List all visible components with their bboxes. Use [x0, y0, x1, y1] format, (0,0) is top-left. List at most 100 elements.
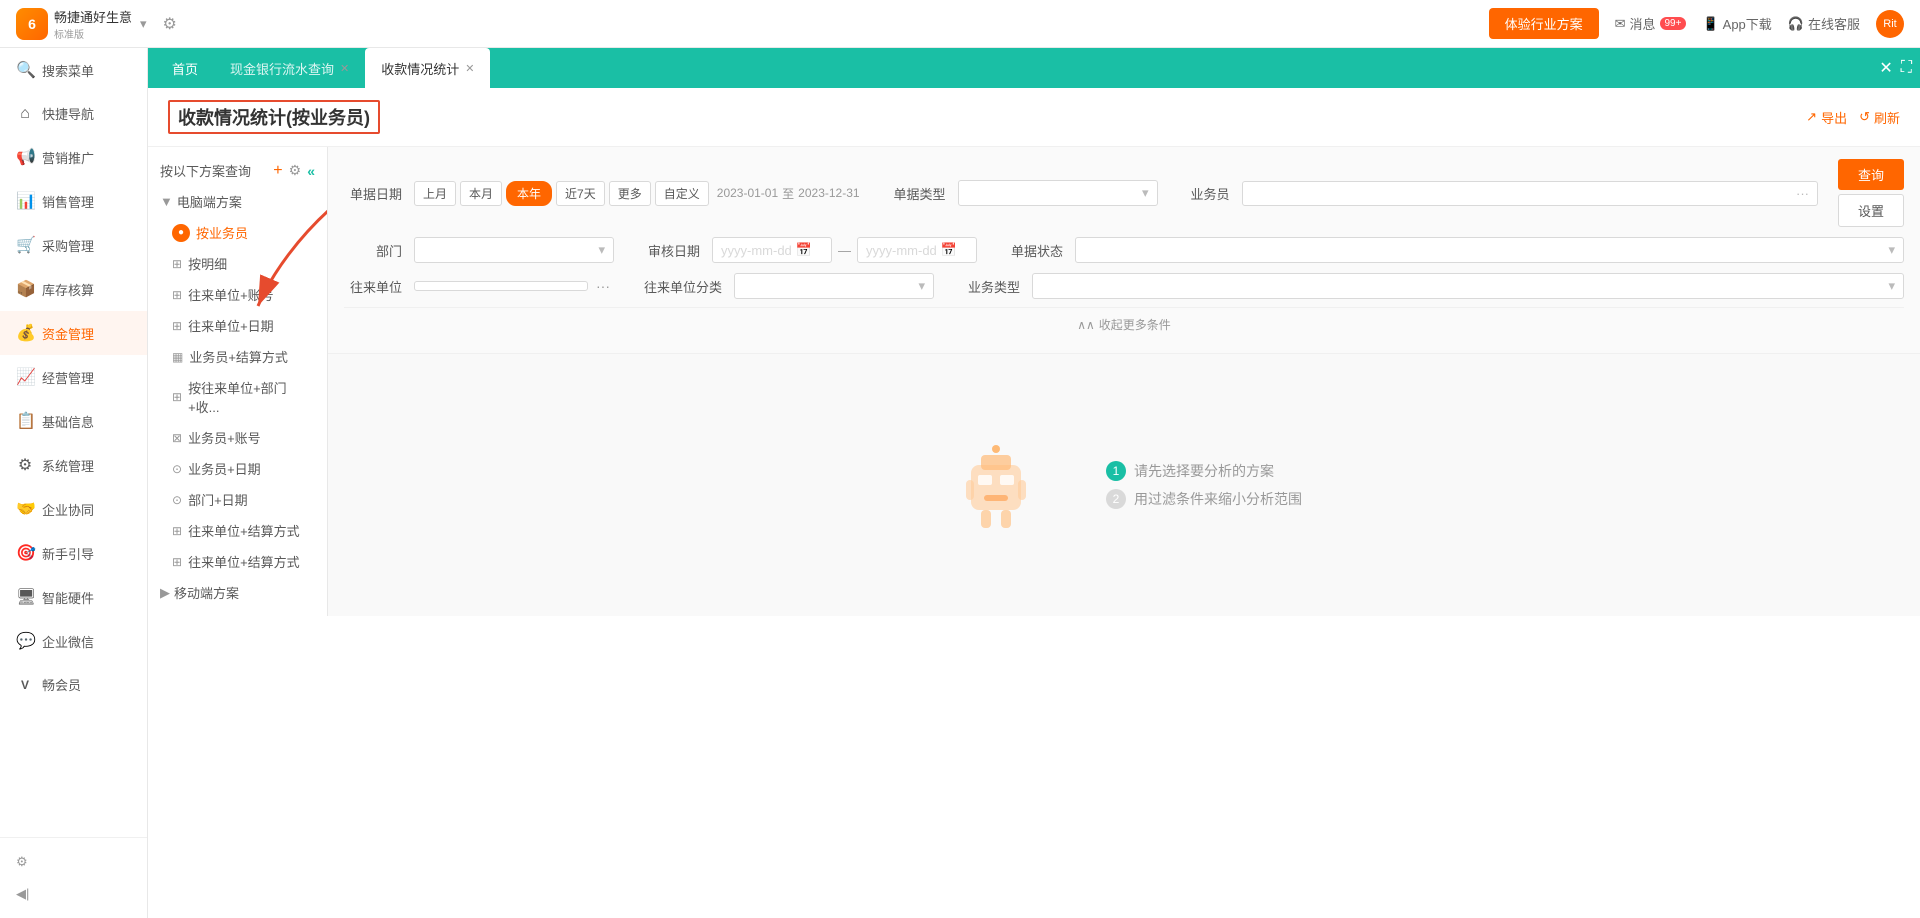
- scheme-item-counterpart-dept[interactable]: ⊞ 按往来单位+部门+收...: [148, 372, 327, 422]
- review-date-connector: —: [838, 243, 851, 258]
- salesman-label: 业务员: [1186, 184, 1230, 203]
- basic-info-icon: 📋: [16, 411, 34, 431]
- sidebar-item-label: 系统管理: [42, 456, 94, 475]
- counterpart-dots[interactable]: ···: [592, 278, 614, 294]
- sidebar-item-label: 企业协同: [42, 500, 94, 519]
- smart-hw-icon: 🖥: [16, 587, 34, 607]
- scheme-add-icon[interactable]: +: [273, 162, 282, 180]
- bill-status-label: 单据状态: [1005, 241, 1063, 260]
- biz-type-select[interactable]: ▾: [1032, 273, 1904, 299]
- tab-bar: 首页 现金银行流水查询 ✕ 收款情况统计 ✕ ✕ ⛶: [148, 48, 1920, 88]
- review-date-end-input[interactable]: yyyy-mm-dd 📅: [857, 237, 977, 263]
- tab-close-all-icon[interactable]: ✕: [1879, 58, 1892, 78]
- tab-home[interactable]: 首页: [156, 48, 214, 88]
- sidebar-item-sales[interactable]: 📊 销售管理: [0, 179, 147, 223]
- bill-type-arrow: ▾: [1142, 185, 1149, 201]
- sidebar-item-label: 企业微信: [42, 632, 94, 651]
- scheme-group-mobile: ▶ 移动端方案: [148, 577, 327, 608]
- tab-bank-flow[interactable]: 现金银行流水查询 ✕: [214, 48, 365, 88]
- sidebar-item-search-menu[interactable]: 🔍 搜索菜单: [0, 48, 147, 92]
- refresh-btn[interactable]: ↺ 刷新: [1859, 108, 1900, 127]
- scheme-item-counterpart-date[interactable]: ⊞ 往来单位+日期: [148, 310, 327, 341]
- scheme-collapse-icon[interactable]: «: [307, 163, 315, 179]
- date-custom[interactable]: 自定义: [655, 181, 709, 206]
- counterpart-select[interactable]: [414, 281, 588, 291]
- sidebar-item-label: 销售管理: [42, 192, 94, 211]
- scheme-group-pc-header[interactable]: ▼ 电脑端方案: [148, 186, 327, 217]
- salesman-input-area: ···: [1242, 181, 1818, 206]
- date-more[interactable]: 更多: [609, 181, 651, 206]
- set-button[interactable]: 设置: [1838, 194, 1904, 227]
- sidebar-item-capital[interactable]: 💰 资金管理: [0, 311, 147, 355]
- scheme-item-salesman-date[interactable]: ⊙ 业务员+日期: [148, 453, 327, 484]
- app-download-btn[interactable]: 📱 App下载: [1702, 14, 1771, 33]
- online-service-btn[interactable]: 🎧 在线客服: [1788, 14, 1860, 33]
- collapse-bar[interactable]: ∧∧ 收起更多条件: [344, 307, 1904, 341]
- export-btn[interactable]: ↗ 导出: [1806, 108, 1847, 127]
- sidebar-item-member[interactable]: V 畅会员: [0, 663, 147, 706]
- date-this-month[interactable]: 本月: [460, 181, 502, 206]
- sidebar-item-marketing[interactable]: 📢 营销推广: [0, 135, 147, 179]
- sidebar-settings-btn[interactable]: ⚙: [0, 846, 147, 878]
- scheme-item-counterpart-settle2[interactable]: ⊞ 往来单位+结算方式: [148, 546, 327, 577]
- query-action-btns: 查询 设置: [1838, 159, 1904, 227]
- detail-icon: ⊞: [172, 257, 182, 271]
- sidebar-item-guide[interactable]: 🎯 新手引导: [0, 531, 147, 575]
- logo-text: 畅捷通好生意: [54, 7, 132, 26]
- online-service-label: 在线客服: [1808, 14, 1860, 33]
- sidebar-item-inventory[interactable]: 📦 库存核算: [0, 267, 147, 311]
- tab-collection-stat-close[interactable]: ✕: [465, 62, 474, 75]
- date-this-year[interactable]: 本年: [506, 181, 552, 206]
- date-7days[interactable]: 近7天: [556, 181, 605, 206]
- bill-type-select[interactable]: ▾: [958, 180, 1158, 206]
- ss-icon: ▦: [172, 350, 183, 364]
- scheme-group-mobile-header[interactable]: ▶ 移动端方案: [148, 577, 327, 608]
- logo-icon: 6: [16, 8, 48, 40]
- empty-state: 1 请先选择要分析的方案 2 用过滤条件来缩小分析范围: [328, 354, 1920, 616]
- scheme-item-by-detail[interactable]: ⊞ 按明细: [148, 248, 327, 279]
- tab-maximize-icon[interactable]: ⛶: [1901, 59, 1912, 77]
- scheme-item-counterpart-settle1[interactable]: ⊞ 往来单位+结算方式: [148, 515, 327, 546]
- scheme-item-by-salesman[interactable]: ● 按业务员: [148, 217, 327, 248]
- purchase-icon: 🛒: [16, 235, 34, 255]
- review-date-start-input[interactable]: yyyy-mm-dd 📅: [712, 237, 832, 263]
- sidebar-item-corp-wechat[interactable]: 💬 企业微信: [0, 619, 147, 663]
- salesman-dots[interactable]: ···: [1796, 186, 1809, 201]
- scheme-item-dept-date[interactable]: ⊙ 部门+日期: [148, 484, 327, 515]
- dropdown-arrow[interactable]: ▾: [140, 16, 147, 32]
- counterpart-class-label: 往来单位分类: [642, 277, 722, 296]
- sidebar-item-system[interactable]: ⚙ 系统管理: [0, 443, 147, 487]
- settings-icon[interactable]: ⚙: [163, 14, 177, 34]
- scheme-settings-icon[interactable]: ⚙: [289, 162, 302, 179]
- sidebar-collapse-btn[interactable]: ◀|: [0, 878, 147, 910]
- bill-status-select[interactable]: ▾: [1075, 237, 1904, 263]
- operation-icon: 📈: [16, 367, 34, 387]
- tab-bank-flow-close[interactable]: ✕: [340, 62, 349, 75]
- sidebar-item-basic-info[interactable]: 📋 基础信息: [0, 399, 147, 443]
- scheme-item-salesman-account[interactable]: ⊠ 业务员+账号: [148, 422, 327, 453]
- tip-num-2: 2: [1106, 489, 1126, 509]
- query-button[interactable]: 查询: [1838, 159, 1904, 190]
- messages-btn[interactable]: ✉ 消息 99+: [1615, 14, 1687, 33]
- trial-button[interactable]: 体验行业方案: [1489, 8, 1599, 39]
- tab-collection-stat[interactable]: 收款情况统计 ✕: [365, 48, 490, 88]
- collapse-up-icon: ∧∧: [1077, 318, 1095, 332]
- salesman-select[interactable]: ···: [1242, 181, 1818, 206]
- page-actions: ↗ 导出 ↺ 刷新: [1806, 108, 1900, 127]
- cs1-icon: ⊞: [172, 524, 182, 538]
- dd-icon: ⊙: [172, 493, 182, 507]
- scheme-item-label: 往来单位+结算方式: [188, 552, 300, 571]
- scheme-item-salesman-settle[interactable]: ▦ 业务员+结算方式: [148, 341, 327, 372]
- user-avatar[interactable]: Rit: [1876, 10, 1904, 38]
- dept-select[interactable]: ▾: [414, 237, 614, 263]
- sidebar-item-purchase[interactable]: 🛒 采购管理: [0, 223, 147, 267]
- app-download-label: App下载: [1723, 14, 1772, 33]
- date-last-month[interactable]: 上月: [414, 181, 456, 206]
- sidebar-item-quick-nav[interactable]: ⌂ 快捷导航: [0, 92, 147, 135]
- sidebar-item-smart-hw[interactable]: 🖥 智能硬件: [0, 575, 147, 619]
- counterpart-class-select[interactable]: ▾: [734, 273, 934, 299]
- sidebar-item-corp-coop[interactable]: 🤝 企业协同: [0, 487, 147, 531]
- sidebar-item-operation[interactable]: 📈 经营管理: [0, 355, 147, 399]
- scheme-item-counterpart-account[interactable]: ⊞ 往来单位+账号: [148, 279, 327, 310]
- corp-wechat-icon: 💬: [16, 631, 34, 651]
